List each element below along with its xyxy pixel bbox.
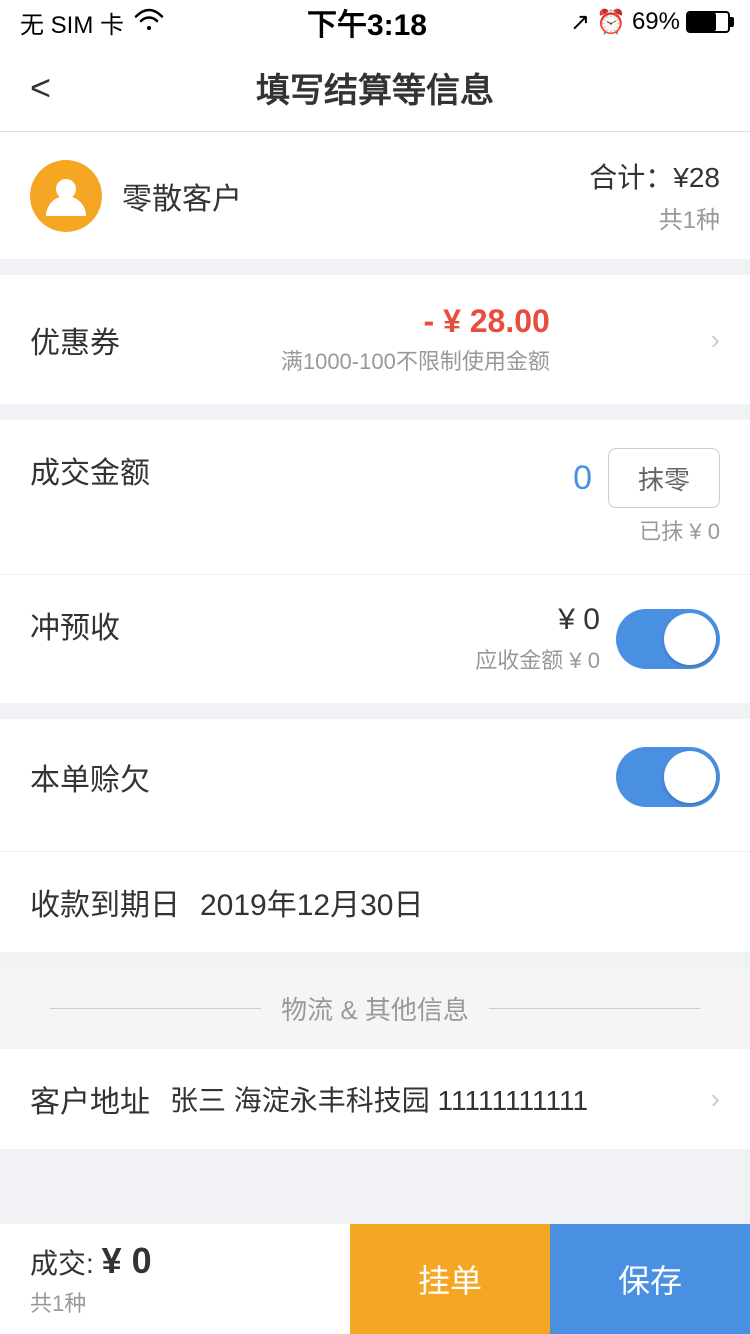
- coupon-desc: 满1000-100不限制使用金额: [281, 344, 550, 376]
- bottom-bar: 成交: ¥ 0 共1种 挂单 保存: [0, 1224, 750, 1334]
- prepay-value: ¥ 0: [475, 603, 600, 637]
- customer-count: 共1种: [589, 200, 720, 235]
- transaction-amount-row: 成交金额 0 抹零 已抹 ¥ 0: [0, 420, 750, 575]
- prepay-value-group: ¥ 0 应收金额 ¥ 0: [475, 603, 600, 675]
- address-value: 张三 海淀永丰科技园 11111111111: [170, 1079, 691, 1119]
- customer-row: 零散客户 合计：¥28 共1种: [0, 132, 750, 259]
- transaction-amount-sub: 已抹 ¥ 0: [552, 514, 720, 546]
- transaction-section: 成交金额 0 抹零 已抹 ¥ 0 冲预收 ¥ 0 应收金额 ¥ 0: [0, 420, 750, 703]
- save-button[interactable]: 保存: [550, 1224, 750, 1334]
- coupon-label: 优惠券: [30, 318, 120, 362]
- direction-icon: ↗: [570, 8, 590, 37]
- address-row[interactable]: 客户地址 张三 海淀永丰科技园 11111111111 ›: [0, 1049, 750, 1149]
- coupon-right: - ¥ 28.00 满1000-100不限制使用金额: [281, 303, 550, 376]
- bottom-deal-label: 成交:: [30, 1248, 94, 1279]
- battery-percentage: 69%: [632, 8, 680, 36]
- toggle-knob: [664, 613, 716, 665]
- transaction-amount-label: 成交金额: [30, 448, 150, 492]
- credit-section: 本单赊欠 收款到期日 2019年12月30日: [0, 719, 750, 952]
- status-right: ↗ ⏰ 69%: [570, 8, 730, 37]
- bottom-deal-amount: ¥ 0: [102, 1240, 152, 1281]
- customer-total: 合计：¥28: [589, 156, 720, 196]
- transaction-amount-right: 0 抹零: [552, 448, 720, 508]
- hang-button[interactable]: 挂单: [350, 1224, 550, 1334]
- transaction-amount-value[interactable]: 0: [552, 459, 592, 498]
- due-date-row: 收款到期日 2019年12月30日: [0, 851, 750, 952]
- wifi-icon: [134, 8, 164, 37]
- content: 零散客户 合计：¥28 共1种 优惠券 - ¥ 28.00 满1000-100不…: [0, 132, 750, 1285]
- bottom-deal-row: 成交: ¥ 0: [30, 1240, 320, 1282]
- due-date-label: 收款到期日: [30, 880, 180, 924]
- credit-row: 本单赊欠: [0, 719, 750, 835]
- prepay-toggle[interactable]: [616, 609, 720, 669]
- customer-right: 合计：¥28 共1种: [589, 156, 720, 235]
- logistics-header: 物流 & 其他信息: [0, 968, 750, 1049]
- customer-name: 零散客户: [122, 174, 242, 218]
- prepay-row: 冲预收 ¥ 0 应收金额 ¥ 0: [0, 575, 750, 703]
- credit-toggle[interactable]: [616, 747, 720, 807]
- customer-left: 零散客户: [30, 160, 242, 232]
- nav-bar: < 填写结算等信息: [0, 44, 750, 132]
- logistics-text: 物流 & 其他信息: [281, 990, 469, 1027]
- page-title: 填写结算等信息: [256, 63, 494, 112]
- customer-avatar: [30, 160, 102, 232]
- round-button[interactable]: 抹零: [608, 448, 720, 508]
- coupon-amount: - ¥ 28.00: [281, 303, 550, 340]
- prepay-sub: 应收金额 ¥ 0: [475, 643, 600, 675]
- coupon-chevron: ›: [711, 324, 720, 356]
- back-button[interactable]: <: [30, 67, 51, 109]
- address-label: 客户地址: [30, 1077, 150, 1121]
- due-date-value[interactable]: 2019年12月30日: [200, 880, 423, 924]
- battery-icon: [686, 11, 730, 33]
- address-chevron: ›: [711, 1083, 720, 1115]
- status-left: 无 SIM 卡: [20, 5, 164, 40]
- bottom-info: 成交: ¥ 0 共1种: [0, 1240, 350, 1318]
- status-time: 下午3:18: [307, 0, 427, 44]
- coupon-section[interactable]: 优惠券 - ¥ 28.00 满1000-100不限制使用金额 ›: [0, 275, 750, 404]
- status-bar: 无 SIM 卡 下午3:18 ↗ ⏰ 69%: [0, 0, 750, 44]
- prepay-label: 冲预收: [30, 603, 120, 647]
- sim-label: 无 SIM 卡: [20, 5, 124, 40]
- credit-label: 本单赊欠: [30, 755, 150, 799]
- bottom-count: 共1种: [30, 1286, 320, 1318]
- alarm-icon: ⏰: [596, 8, 626, 37]
- credit-toggle-knob: [664, 751, 716, 803]
